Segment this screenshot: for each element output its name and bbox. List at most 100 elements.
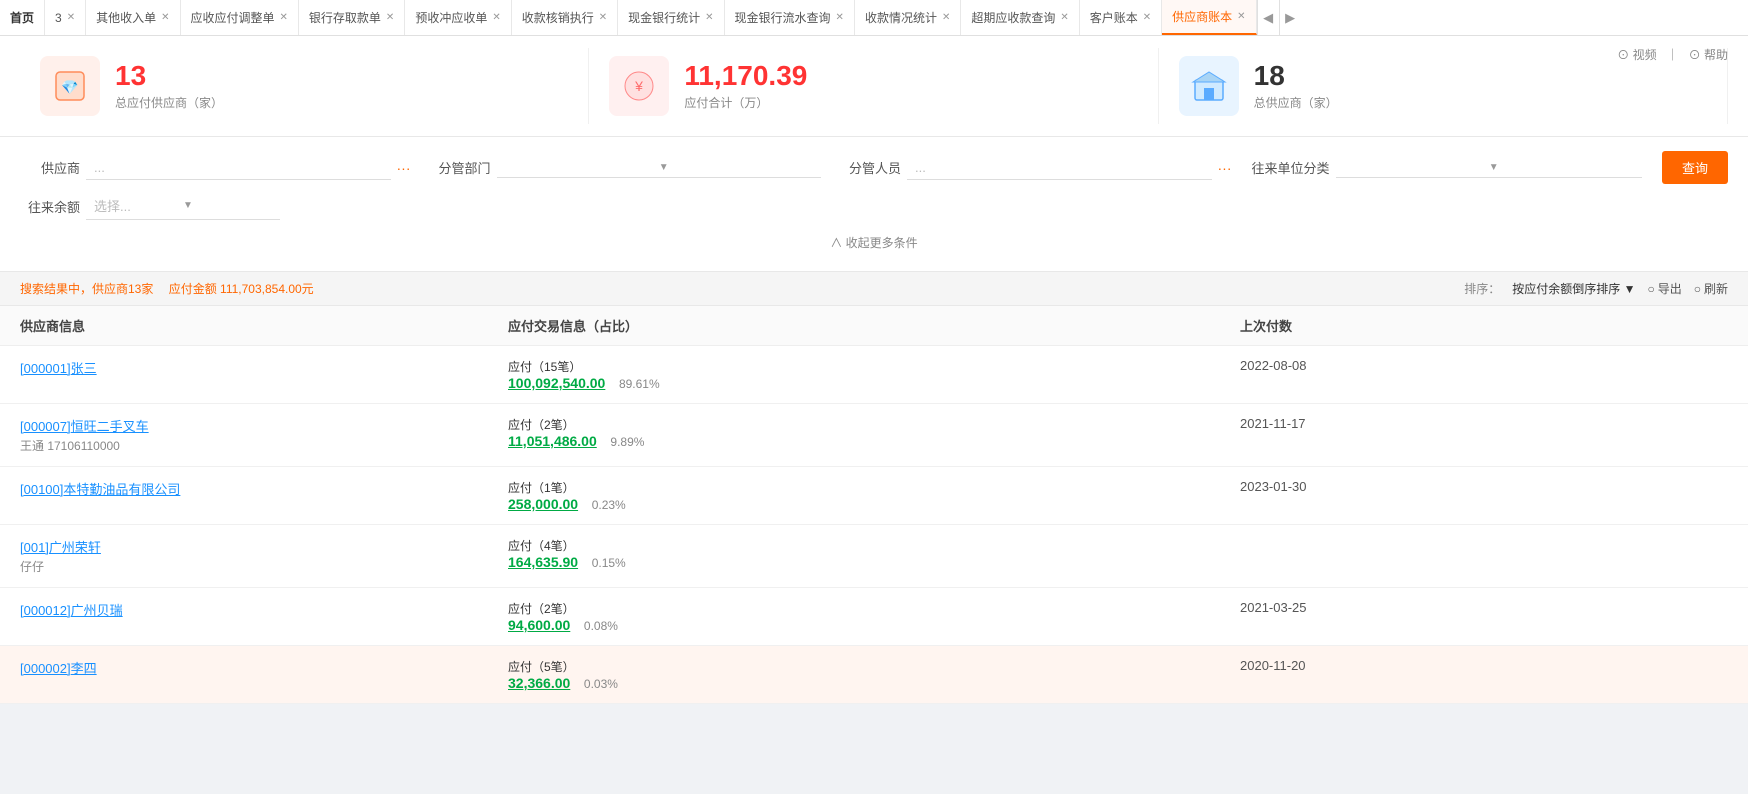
sort-chevron-down-icon: ▼ <box>1624 282 1636 296</box>
result-actions: 排序： 按应付余额倒序排序 ▼ ○ 导出 ○ 刷新 <box>1464 280 1728 297</box>
supplier-filter-input[interactable] <box>86 156 391 180</box>
category-filter-select[interactable]: ▼ <box>1336 158 1642 178</box>
person-dots-icon[interactable]: ··· <box>1218 160 1232 176</box>
video-link[interactable]: ⊙ 视频 <box>1617 46 1656 63</box>
supplier-link[interactable]: [00100]本特勤油品有限公司 <box>20 479 508 498</box>
tx-label: 应付（4笔） <box>508 537 1240 554</box>
nav-tab-cash-flow-query[interactable]: 现金银行流水查询 ✕ <box>725 0 855 35</box>
result-info: 搜索结果中，供应商13家 应付金额 111,703,854.00元 <box>20 280 314 297</box>
nav-arrow-left[interactable]: ◀ <box>1257 0 1279 35</box>
close-icon[interactable]: ✕ <box>161 12 169 23</box>
dept-filter-label: 分管部门 <box>431 158 491 177</box>
nav-tab-3[interactable]: 3 ✕ <box>45 0 86 35</box>
tx-info-col: 应付（4笔） 164,635.90 0.15% <box>508 537 1240 570</box>
nav-tab-collection-exec[interactable]: 收款核销执行 ✕ <box>512 0 618 35</box>
tx-label: 应付（15笔） <box>508 358 1240 375</box>
close-icon[interactable]: ✕ <box>492 12 500 23</box>
supplier-link[interactable]: [000007]恒旺二手叉车 <box>20 416 508 435</box>
supplier-link[interactable]: [000012]广州贝瑞 <box>20 600 508 619</box>
nav-tab-cash-bank-stat[interactable]: 现金银行统计 ✕ <box>618 0 724 35</box>
total-suppliers-count: 18 <box>1254 62 1338 90</box>
balance-chevron-down-icon: ▼ <box>183 200 272 211</box>
tx-amount[interactable]: 100,092,540.00 <box>508 375 605 391</box>
supplier-info-col: [000001]张三 <box>20 358 508 377</box>
nav-tab-supplier-book[interactable]: 供应商账本 ✕ <box>1162 0 1256 35</box>
last-pay-col: 2022-08-08 <box>1240 358 1728 373</box>
collapse-bar[interactable]: ∧ 收起更多条件 <box>20 228 1728 257</box>
close-icon[interactable]: ✕ <box>836 12 844 23</box>
payable-amount-value: 11,170.39 <box>684 62 807 90</box>
tx-pct: 0.08% <box>584 619 618 633</box>
summary-amount-info: 11,170.39 应付合计（万） <box>684 62 807 111</box>
svg-text:¥: ¥ <box>634 78 643 94</box>
dept-filter-select[interactable]: ▼ <box>497 158 822 178</box>
store-icon <box>1179 56 1239 116</box>
amount-icon: ¥ <box>609 56 669 116</box>
filter-category: 往来单位分类 ▼ <box>1252 158 1643 178</box>
table-row: [000012]广州贝瑞 应付（2笔） 94,600.00 0.08% 2021… <box>0 588 1748 646</box>
supplier-icon: 💎 <box>40 56 100 116</box>
table-row: [000007]恒旺二手叉车 王通 17106110000 应付（2笔） 11,… <box>0 404 1748 467</box>
nav-tab-ar-ap-adjust[interactable]: 应收应付调整单 ✕ <box>181 0 299 35</box>
supplier-info-col: [000007]恒旺二手叉车 王通 17106110000 <box>20 416 508 454</box>
tx-label: 应付（2笔） <box>508 600 1240 617</box>
total-suppliers-label: 总供应商（家） <box>1254 94 1338 111</box>
close-icon[interactable]: ✕ <box>1060 12 1068 23</box>
close-icon[interactable]: ✕ <box>705 12 713 23</box>
person-filter-label: 分管人员 <box>841 158 901 177</box>
close-icon[interactable]: ✕ <box>386 12 394 23</box>
tx-pct: 89.61% <box>619 377 660 391</box>
summary-card-amount: ¥ 11,170.39 应付合计（万） <box>589 48 1158 124</box>
close-icon[interactable]: ✕ <box>942 12 950 23</box>
supplier-info-col: [000012]广州贝瑞 <box>20 600 508 619</box>
sort-value[interactable]: 按应付余额倒序排序 ▼ <box>1512 280 1635 297</box>
tx-info-col: 应付（15笔） 100,092,540.00 89.61% <box>508 358 1240 391</box>
tx-pct: 0.23% <box>592 498 626 512</box>
balance-filter-label: 往来余额 <box>20 197 80 216</box>
payable-suppliers-count: 13 <box>115 62 223 90</box>
close-icon[interactable]: ✕ <box>280 12 288 23</box>
table-row: [00100]本特勤油品有限公司 应付（1笔） 258,000.00 0.23%… <box>0 467 1748 525</box>
tx-info-col: 应付（2笔） 94,600.00 0.08% <box>508 600 1240 633</box>
last-pay-col: 2023-01-30 <box>1240 479 1728 494</box>
tx-amount[interactable]: 164,635.90 <box>508 554 578 570</box>
table-header: 供应商信息 应付交易信息（占比） 上次付数 <box>0 306 1748 346</box>
last-pay-col: 2021-03-25 <box>1240 600 1728 615</box>
balance-filter-select[interactable]: 选择... ▼ <box>86 192 280 220</box>
query-button[interactable]: 查询 <box>1662 151 1728 184</box>
nav-tab-other-income[interactable]: 其他收入单 ✕ <box>86 0 180 35</box>
table-row: [000002]李四 应付（5笔） 32,366.00 0.03% 2020-1… <box>0 646 1748 704</box>
supplier-link[interactable]: [001]广州荣轩 <box>20 537 508 556</box>
balance-select-value: 选择... <box>94 196 183 215</box>
nav-tab-home[interactable]: 首页 <box>0 0 45 35</box>
tx-pct: 0.03% <box>584 677 618 691</box>
close-icon[interactable]: ✕ <box>599 12 607 23</box>
close-icon[interactable]: ✕ <box>1237 11 1245 22</box>
tx-amount[interactable]: 11,051,486.00 <box>508 433 597 449</box>
tx-amount[interactable]: 258,000.00 <box>508 496 578 512</box>
supplier-link[interactable]: [000001]张三 <box>20 358 508 377</box>
close-icon[interactable]: ✕ <box>67 12 75 23</box>
payable-suppliers-label: 总应付供应商（家） <box>115 94 223 111</box>
tx-pct: 0.15% <box>592 556 626 570</box>
nav-arrow-right[interactable]: ▶ <box>1279 0 1301 35</box>
nav-tab-collection-stat[interactable]: 收款情况统计 ✕ <box>855 0 961 35</box>
export-button[interactable]: ○ 导出 <box>1647 280 1681 297</box>
person-filter-input[interactable] <box>907 156 1212 180</box>
supplier-dots-icon[interactable]: ··· <box>397 160 411 176</box>
tx-info-col: 应付（5笔） 32,366.00 0.03% <box>508 658 1240 691</box>
tx-label: 应付（2笔） <box>508 416 1240 433</box>
help-link[interactable]: ⊙ 帮助 <box>1689 46 1728 63</box>
refresh-button[interactable]: ○ 刷新 <box>1694 280 1728 297</box>
tx-amount[interactable]: 94,600.00 <box>508 617 570 633</box>
nav-tab-overdue-query[interactable]: 超期应收款查询 ✕ <box>961 0 1079 35</box>
nav-tab-bank-deposit[interactable]: 银行存取款单 ✕ <box>299 0 405 35</box>
supplier-filter-label: 供应商 <box>20 158 80 177</box>
tx-label: 应付（1笔） <box>508 479 1240 496</box>
nav-tab-prepay-offset[interactable]: 预收冲应收单 ✕ <box>405 0 511 35</box>
supplier-link[interactable]: [000002]李四 <box>20 658 508 677</box>
tx-amount[interactable]: 32,366.00 <box>508 675 570 691</box>
close-icon[interactable]: ✕ <box>1143 12 1151 23</box>
summary-total-info: 18 总供应商（家） <box>1254 62 1338 111</box>
nav-tab-customer-book[interactable]: 客户账本 ✕ <box>1080 0 1162 35</box>
